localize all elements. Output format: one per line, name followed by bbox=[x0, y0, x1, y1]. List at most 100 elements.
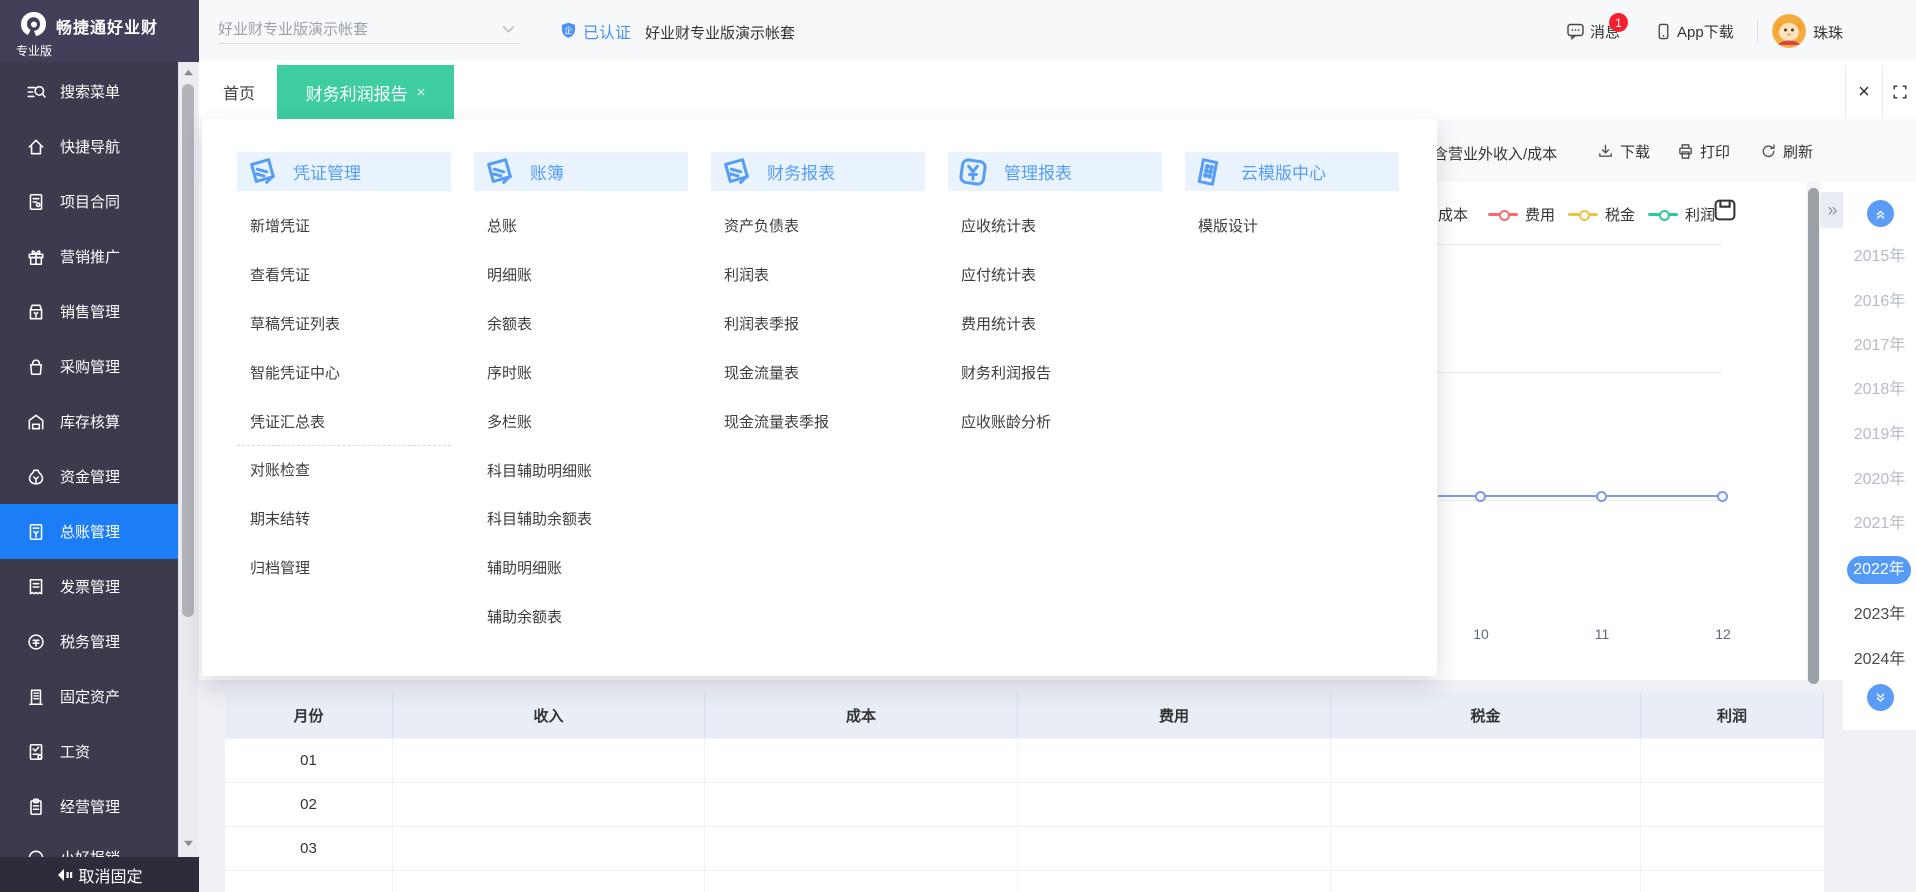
tab-close-icon[interactable]: × bbox=[417, 84, 426, 101]
sidebar-item-expense-partial[interactable]: 小好报销 bbox=[0, 834, 178, 857]
menu-item-income-statement[interactable]: 利润表 bbox=[724, 266, 769, 286]
print-button[interactable]: 打印 bbox=[1677, 141, 1730, 162]
menu-item-new-voucher[interactable]: 新增凭证 bbox=[250, 217, 310, 237]
legend-profit[interactable]: 利润 bbox=[1648, 204, 1715, 225]
menu-item-cash-flow-quarterly[interactable]: 现金流量表季报 bbox=[724, 413, 829, 433]
sidebar-scrollbar-track[interactable] bbox=[178, 62, 198, 857]
menu-item-assist-detail-ledger[interactable]: 辅助明细账 bbox=[487, 559, 562, 579]
refresh-button[interactable]: 刷新 bbox=[1760, 141, 1813, 162]
sidebar-item-fixed-assets[interactable]: 固定资产 bbox=[0, 669, 178, 724]
menu-item-general-ledger[interactable]: 总账 bbox=[487, 217, 517, 237]
close-window-icon[interactable]: × bbox=[1846, 65, 1882, 119]
collapse-year-panel-button[interactable]: » bbox=[1820, 192, 1845, 228]
menu-item-receivable-aging[interactable]: 应收账龄分析 bbox=[961, 413, 1051, 433]
year-2020[interactable]: 2020年 bbox=[1843, 466, 1916, 494]
menu-item-assist-balance-table[interactable]: 辅助余额表 bbox=[487, 608, 562, 628]
menu-item-balance-sheet[interactable]: 资产负债表 bbox=[724, 217, 799, 237]
scroll-up-arrow-icon[interactable] bbox=[183, 68, 194, 77]
year-2015[interactable]: 2015年 bbox=[1843, 243, 1916, 271]
menu-item-multi-column-ledger[interactable]: 多栏账 bbox=[487, 413, 532, 433]
menu-item-voucher-summary[interactable]: 凭证汇总表 bbox=[250, 413, 325, 433]
menu-item-balance-sheet-table[interactable]: 余额表 bbox=[487, 315, 532, 335]
data-point-dec[interactable] bbox=[1717, 491, 1728, 502]
menu-item-template-design[interactable]: 模版设计 bbox=[1198, 217, 1258, 237]
menu-item-receivable-stats[interactable]: 应收统计表 bbox=[961, 217, 1036, 237]
year-2017[interactable]: 2017年 bbox=[1843, 332, 1916, 360]
years-scroll-down-button[interactable] bbox=[1867, 684, 1894, 711]
menu-item-expense-stats[interactable]: 费用统计表 bbox=[961, 315, 1036, 335]
save-chart-icon[interactable] bbox=[1712, 197, 1738, 223]
sidebar-item-inventory[interactable]: 库存核算 bbox=[0, 394, 178, 449]
year-2022-selected[interactable]: 2022年 bbox=[1847, 556, 1911, 584]
menu-item-reconciliation[interactable]: 对账检查 bbox=[250, 461, 310, 481]
sidebar-item-purchase[interactable]: 采购管理 bbox=[0, 339, 178, 394]
menu-item-archive-management[interactable]: 归档管理 bbox=[250, 559, 310, 579]
menu-item-detail-ledger[interactable]: 明细账 bbox=[487, 266, 532, 286]
year-2024[interactable]: 2024年 bbox=[1843, 646, 1916, 674]
menu-item-aux-balance-table[interactable]: 科目辅助余额表 bbox=[487, 510, 592, 530]
year-2019[interactable]: 2019年 bbox=[1843, 421, 1916, 449]
sidebar-item-search-menu[interactable]: 搜索菜单 bbox=[0, 64, 178, 119]
sidebar-scrollbar-thumb[interactable] bbox=[182, 84, 194, 617]
cell-expense-03 bbox=[1018, 826, 1331, 870]
username[interactable]: 珠珠 bbox=[1813, 22, 1843, 43]
sidebar-item-sales[interactable]: 销售管理 bbox=[0, 284, 178, 339]
sidebar-item-quick-nav[interactable]: 快捷导航 bbox=[0, 119, 178, 174]
sidebar-item-marketing[interactable]: 营销推广 bbox=[0, 229, 178, 284]
year-2021[interactable]: 2021年 bbox=[1843, 510, 1916, 538]
cell-partial-2 bbox=[393, 870, 705, 892]
ledger-pen-icon bbox=[487, 157, 512, 184]
cell-cost-02 bbox=[705, 782, 1018, 826]
data-point-nov[interactable] bbox=[1596, 491, 1607, 502]
menu-item-period-end-closing[interactable]: 期末结转 bbox=[250, 510, 310, 530]
menu-group-title: 管理报表 bbox=[1004, 164, 1072, 183]
data-point-oct[interactable] bbox=[1475, 491, 1486, 502]
menu-item-income-quarterly[interactable]: 利润表季报 bbox=[724, 315, 799, 335]
phone-icon bbox=[1658, 23, 1669, 39]
sidebar-item-project-contract[interactable]: 项目合同 bbox=[0, 174, 178, 229]
refresh-label: 刷新 bbox=[1783, 144, 1814, 161]
menu-item-financial-profit-report[interactable]: 财务利润报告 bbox=[961, 364, 1051, 384]
scroll-down-arrow-icon[interactable] bbox=[183, 839, 194, 848]
sidebar-item-funds[interactable]: 资金管理 bbox=[0, 449, 178, 504]
menu-item-draft-voucher-list[interactable]: 草稿凭证列表 bbox=[250, 315, 340, 335]
verified-badge: 企 已认证 bbox=[559, 19, 631, 43]
fullscreen-icon[interactable] bbox=[1883, 65, 1916, 119]
sidebar-item-general-ledger[interactable]: 总账管理 bbox=[0, 504, 178, 559]
cell-cost-03 bbox=[705, 826, 1018, 870]
sidebar-item-tax[interactable]: 税务管理 bbox=[0, 614, 178, 669]
print-label: 打印 bbox=[1700, 144, 1731, 161]
cell-partial-6 bbox=[1641, 870, 1824, 892]
tax-coin-icon bbox=[26, 632, 46, 652]
year-2016[interactable]: 2016年 bbox=[1843, 288, 1916, 316]
expense-circle-icon bbox=[26, 848, 46, 857]
years-scroll-up-button[interactable] bbox=[1867, 200, 1894, 227]
menu-item-aux-detail-ledger[interactable]: 科目辅助明细账 bbox=[487, 462, 592, 482]
unpin-sidebar-button[interactable]: 取消固定 bbox=[0, 857, 199, 892]
avatar[interactable] bbox=[1772, 14, 1806, 48]
legend-tax[interactable]: 税金 bbox=[1568, 204, 1635, 225]
menu-item-smart-voucher[interactable]: 智能凭证中心 bbox=[250, 364, 340, 384]
menu-item-journal[interactable]: 序时账 bbox=[487, 364, 532, 384]
sidebar-item-salary[interactable]: 工资 bbox=[0, 724, 178, 779]
legend-expense-marker bbox=[1488, 209, 1518, 221]
sidebar-item-operations[interactable]: 经营管理 bbox=[0, 779, 178, 834]
year-2023[interactable]: 2023年 bbox=[1843, 601, 1916, 629]
legend-profit-label: 利润 bbox=[1685, 207, 1716, 224]
tab-financial-profit-report[interactable]: 财务利润报告 × bbox=[277, 65, 454, 119]
shield-icon: 企 bbox=[561, 22, 576, 38]
svg-text:企: 企 bbox=[564, 25, 573, 35]
legend-cost[interactable]: 成本 bbox=[1438, 204, 1468, 225]
menu-item-cash-flow[interactable]: 现金流量表 bbox=[724, 364, 799, 384]
app-download-button[interactable]: App下载 bbox=[1655, 18, 1734, 44]
menu-item-payable-stats[interactable]: 应付统计表 bbox=[961, 266, 1036, 286]
gridline-1 bbox=[1438, 244, 1723, 245]
account-select[interactable]: 好业财专业版演示帐套 bbox=[218, 14, 520, 44]
sidebar-item-invoice[interactable]: 发票管理 bbox=[0, 559, 178, 614]
year-2018[interactable]: 2018年 bbox=[1843, 376, 1916, 404]
content-scrollbar-thumb[interactable] bbox=[1808, 188, 1819, 684]
download-button[interactable]: 下载 bbox=[1597, 141, 1650, 162]
tab-home[interactable]: 首页 bbox=[209, 65, 269, 119]
menu-item-view-voucher[interactable]: 查看凭证 bbox=[250, 266, 310, 286]
legend-expense[interactable]: 费用 bbox=[1488, 204, 1555, 225]
